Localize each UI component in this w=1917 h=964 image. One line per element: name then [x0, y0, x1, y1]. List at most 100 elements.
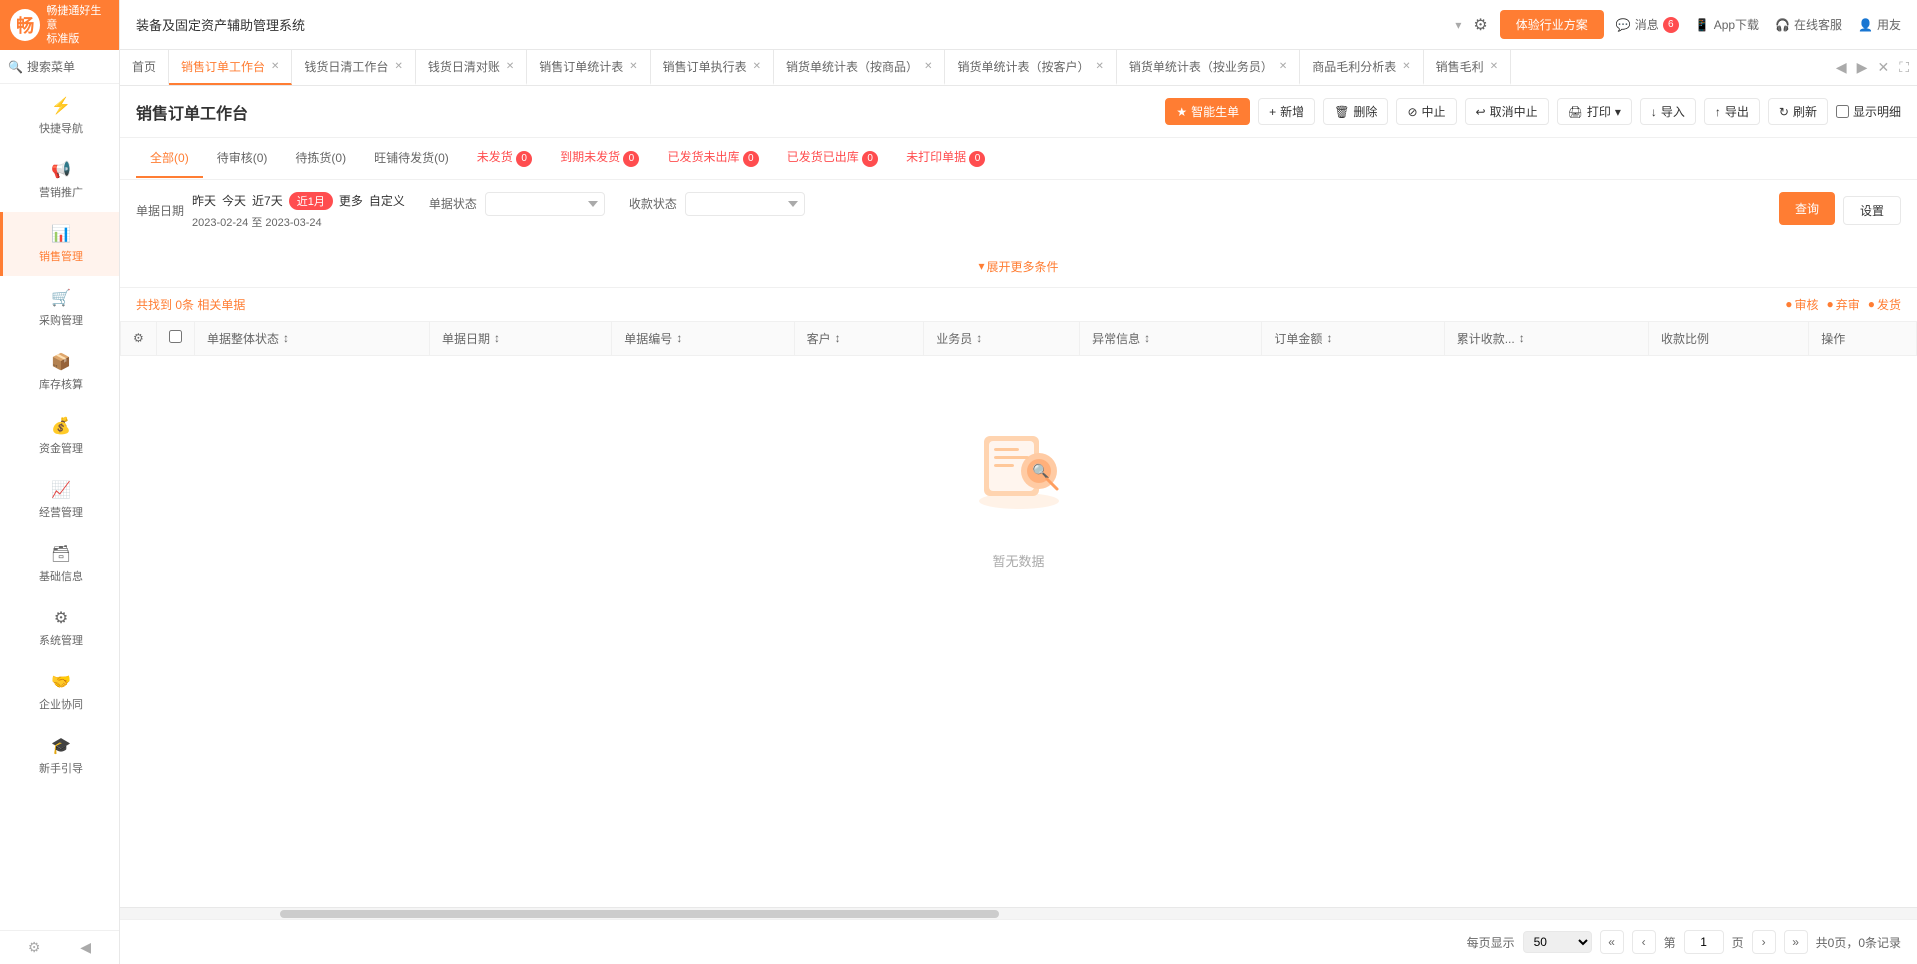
sidebar-item-inventory[interactable]: 📦 库存核算	[0, 340, 119, 404]
tab-close-sales-gross[interactable]: ✕	[1490, 61, 1498, 72]
th-checkbox[interactable]	[157, 321, 195, 355]
tab-sales-by-staff[interactable]: 销货单统计表（按业务员） ✕	[1117, 50, 1300, 85]
th-settings[interactable]: ⚙	[121, 321, 157, 355]
filter-tab-all[interactable]: 全部(0)	[136, 139, 203, 178]
th-sort-amount[interactable]: 订单金额 ↕	[1274, 330, 1431, 347]
anti-audit-op-btn[interactable]: ● 弃审	[1826, 296, 1859, 313]
tab-close-sales-by-product[interactable]: ✕	[924, 61, 932, 72]
page-next-btn[interactable]: ›	[1752, 930, 1776, 954]
sidebar-item-system[interactable]: ⚙ 系统管理	[0, 596, 119, 660]
tab-gross-profit[interactable]: 商品毛利分析表 ✕	[1300, 50, 1423, 85]
collapse-btn[interactable]: ◀	[80, 939, 91, 956]
horizontal-scrollbar[interactable]	[120, 907, 1917, 919]
page-prev-btn[interactable]: ‹	[1632, 930, 1656, 954]
th-sort-salesman[interactable]: 业务员 ↕	[936, 330, 1067, 347]
status-filter-select[interactable]	[485, 192, 605, 216]
add-btn[interactable]: + 新增	[1258, 98, 1315, 125]
th-sort-number[interactable]: 单据编号 ↕	[624, 330, 781, 347]
tab-next-btn[interactable]: ▶	[1853, 57, 1872, 78]
delete-btn[interactable]: 🗑 删除	[1323, 98, 1388, 125]
sidebar-item-purchase[interactable]: 🛒 采购管理	[0, 276, 119, 340]
sidebar-item-marketing[interactable]: 📢 营销推广	[0, 148, 119, 212]
ship-op-btn[interactable]: ● 发货	[1868, 296, 1901, 313]
app-download-btn[interactable]: 📱 App下载	[1695, 16, 1759, 33]
tab-close-cash-reconcile[interactable]: ✕	[506, 61, 514, 72]
payment-filter-select[interactable]	[685, 192, 805, 216]
expand-conditions-btn[interactable]: ▾ 展开更多条件	[978, 258, 1058, 275]
tab-close-sales-by-customer[interactable]: ✕	[1095, 61, 1103, 72]
filter-tab-shipped-not-out[interactable]: 已发货未出库 0	[653, 138, 772, 179]
show-detail-checkbox[interactable]: 显示明细	[1836, 103, 1901, 120]
sidebar-item-guide[interactable]: 🎓 新手引导	[0, 724, 119, 788]
filter-tab-pending-pick[interactable]: 待拣货(0)	[281, 139, 360, 178]
online-service-btn[interactable]: 🎧 在线客服	[1775, 16, 1842, 33]
pause-btn[interactable]: ⊘ 中止	[1396, 98, 1456, 125]
tab-home[interactable]: 首页	[120, 50, 169, 85]
filter-tab-not-shipped[interactable]: 未发货 0	[463, 138, 546, 179]
cancel-pause-btn[interactable]: ↩ 取消中止	[1465, 98, 1549, 125]
th-operations: 操作	[1809, 321, 1917, 355]
tab-close-sales-by-staff[interactable]: ✕	[1279, 61, 1287, 72]
tab-fullscreen-btn[interactable]: ⛶	[1895, 57, 1913, 78]
tab-cash-daily[interactable]: 钱货日清工作台 ✕	[292, 50, 415, 85]
tab-sales-gross[interactable]: 销售毛利 ✕	[1424, 50, 1511, 85]
th-sort-received[interactable]: 累计收款... ↕	[1457, 330, 1636, 347]
user-menu[interactable]: 👤 用友	[1858, 16, 1901, 33]
industry-solution-btn[interactable]: 体验行业方案	[1500, 10, 1604, 39]
th-sort-status[interactable]: 单据整体状态 ↕	[207, 330, 417, 347]
sidebar-item-basic[interactable]: 🗃 基础信息	[0, 532, 119, 596]
tab-prev-btn[interactable]: ◀	[1832, 57, 1851, 78]
page-first-btn[interactable]: «	[1600, 930, 1624, 954]
refresh-btn[interactable]: ↻ 刷新	[1768, 98, 1828, 125]
page-input[interactable]	[1684, 930, 1724, 954]
tab-cash-reconcile[interactable]: 钱货日清对账 ✕	[416, 50, 527, 85]
date-more[interactable]: 更多	[339, 192, 363, 209]
tab-sales-workbench[interactable]: 销售订单工作台 ✕	[169, 50, 292, 85]
tab-sales-by-customer[interactable]: 销货单统计表（按客户） ✕	[945, 50, 1116, 85]
date-yesterday[interactable]: 昨天	[192, 192, 216, 209]
tab-close-all-btn[interactable]: ✕	[1873, 57, 1893, 78]
smart-gen-btn[interactable]: ★ 智能生单	[1165, 98, 1250, 125]
date-custom[interactable]: 自定义	[369, 192, 405, 209]
sidebar-item-finance[interactable]: 💰 资金管理	[0, 404, 119, 468]
page-last-btn[interactable]: »	[1784, 930, 1808, 954]
th-sort-abnormal[interactable]: 异常信息 ↕	[1092, 330, 1249, 347]
date-1month[interactable]: 近1月	[289, 192, 333, 210]
search-btn[interactable]: 查询	[1779, 192, 1835, 225]
filter-tab-pending-audit[interactable]: 待审核(0)	[203, 139, 282, 178]
audit-op-btn[interactable]: ● 审核	[1785, 296, 1818, 313]
scrollbar-thumb[interactable]	[280, 910, 999, 918]
page-size-select[interactable]: 50 10 20 100	[1523, 931, 1592, 953]
tab-sales-stat[interactable]: 销售订单统计表 ✕	[527, 50, 650, 85]
sidebar-item-operation[interactable]: 📈 经营管理	[0, 468, 119, 532]
tab-sales-by-product[interactable]: 销货单统计表（按商品） ✕	[774, 50, 945, 85]
tab-close-gross-profit[interactable]: ✕	[1402, 61, 1410, 72]
topbar-dropdown-icon[interactable]: ▾	[1455, 18, 1461, 32]
tab-sales-exec[interactable]: 销售订单执行表 ✕	[651, 50, 774, 85]
filter-tab-shipped-out[interactable]: 已发货已出库 0	[773, 138, 892, 179]
th-sort-customer[interactable]: 客户 ↕	[807, 330, 912, 347]
settings-btn[interactable]: 设置	[1843, 196, 1901, 225]
search-menu[interactable]: 🔍 搜索菜单	[0, 50, 119, 84]
th-sort-date[interactable]: 单据日期 ↕	[442, 330, 599, 347]
export-btn[interactable]: ↑ 导出	[1704, 98, 1760, 125]
show-detail-input[interactable]	[1836, 105, 1849, 118]
filter-tab-shop-pending[interactable]: 旺铺待发货(0)	[360, 139, 463, 178]
import-btn[interactable]: ↓ 导入	[1640, 98, 1696, 125]
settings-bottom-btn[interactable]: ⚙	[28, 939, 41, 956]
select-all-checkbox[interactable]	[169, 330, 182, 343]
tab-close-sales-stat[interactable]: ✕	[629, 61, 637, 72]
sidebar-item-enterprise[interactable]: 🤝 企业协同	[0, 660, 119, 724]
date-7days[interactable]: 近7天	[252, 192, 283, 209]
tab-close-cash-daily[interactable]: ✕	[394, 61, 402, 72]
filter-tab-overdue-not-shipped[interactable]: 到期未发货 0	[546, 138, 653, 179]
sidebar-item-quick-nav[interactable]: ⚡ 快捷导航	[0, 84, 119, 148]
message-btn[interactable]: 💬 消息 6	[1616, 16, 1679, 33]
topbar-settings-icon[interactable]: ⚙	[1473, 15, 1487, 35]
tab-close-sales-workbench[interactable]: ✕	[271, 61, 279, 72]
date-today[interactable]: 今天	[222, 192, 246, 209]
tab-close-sales-exec[interactable]: ✕	[753, 61, 761, 72]
sidebar-item-sales[interactable]: 📊 销售管理	[0, 212, 119, 276]
filter-tab-not-printed[interactable]: 未打印单据 0	[892, 138, 999, 179]
print-btn[interactable]: 🖨 打印 ▾	[1557, 98, 1632, 125]
